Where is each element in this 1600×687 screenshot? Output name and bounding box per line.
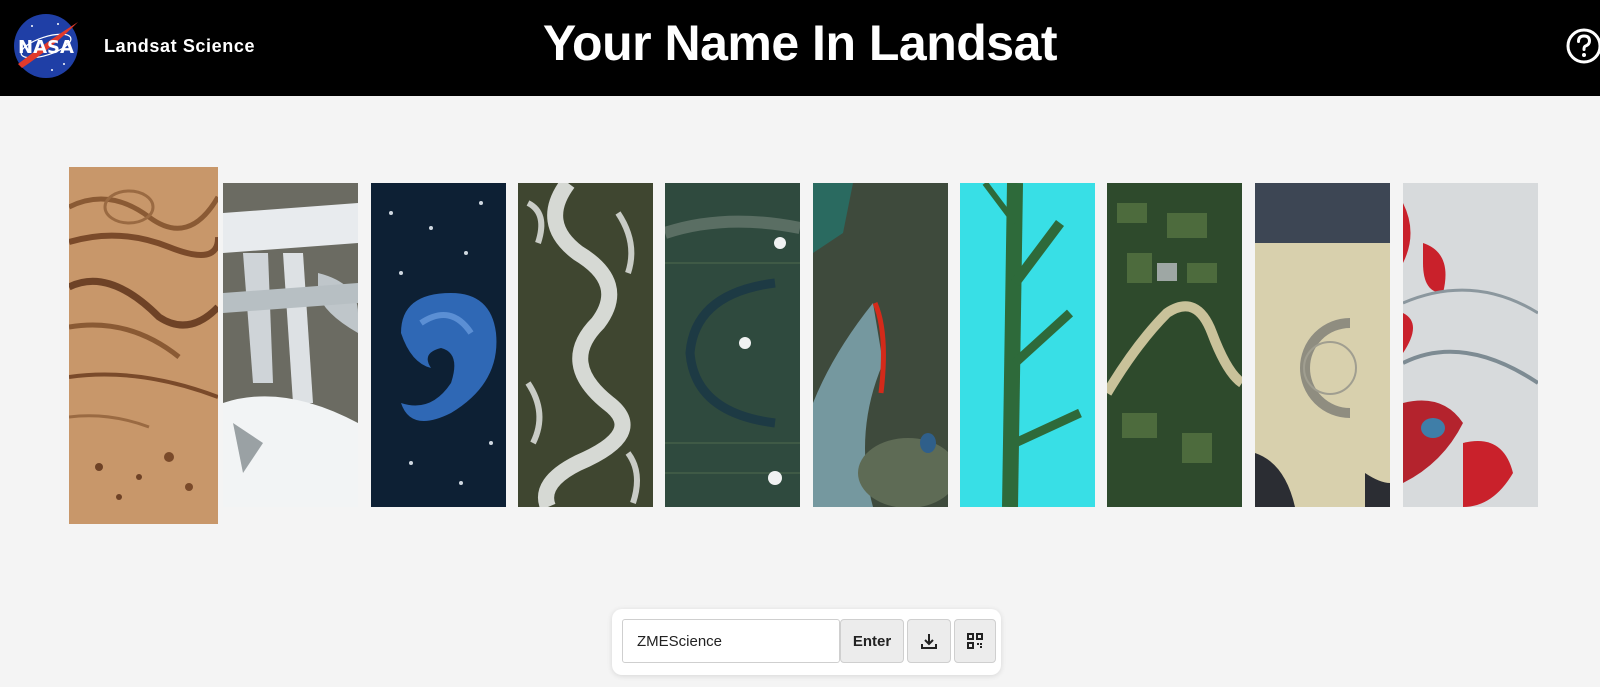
letter-tile-i-wildfire[interactable] xyxy=(813,183,948,507)
name-controls-panel: Enter xyxy=(612,609,1001,675)
letter-tile-n-river-fields[interactable] xyxy=(1107,183,1242,507)
svg-text:NASA: NASA xyxy=(18,37,74,58)
letter-tile-c-oxbow[interactable] xyxy=(665,183,800,507)
download-button[interactable] xyxy=(907,619,951,663)
letter-tile-m-glaciers[interactable] xyxy=(223,183,358,507)
letter-tile-z-desert[interactable] xyxy=(69,167,218,524)
letter-tile-s-river[interactable] xyxy=(518,183,653,507)
top-header: NASA Landsat Science Your Name In Landsa… xyxy=(0,0,1600,96)
qr-code-icon xyxy=(967,633,983,649)
download-icon xyxy=(921,634,937,649)
enter-button[interactable]: Enter xyxy=(840,619,904,663)
help-button[interactable] xyxy=(1564,26,1600,66)
name-input[interactable] xyxy=(622,619,840,663)
brand-name[interactable]: Landsat Science xyxy=(104,36,255,57)
nasa-logo[interactable]: NASA xyxy=(12,12,82,80)
question-circle-icon xyxy=(1566,28,1600,64)
page-title: Your Name In Landsat xyxy=(542,15,1058,71)
letter-tile-e-glacier-red[interactable] xyxy=(1403,183,1538,507)
letter-tile-c-playa[interactable] xyxy=(1255,183,1390,507)
qr-code-button[interactable] xyxy=(954,619,996,663)
letter-tile-e-ocean[interactable] xyxy=(371,183,506,507)
letter-tile-e-tree-river[interactable] xyxy=(960,183,1095,507)
